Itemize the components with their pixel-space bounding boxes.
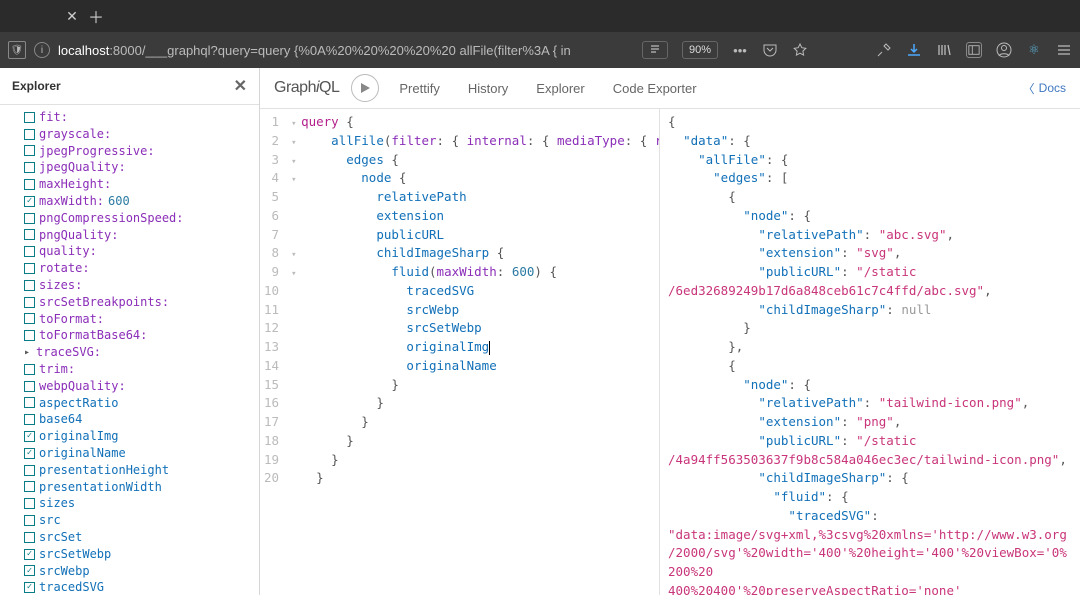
explorer-item-rotate[interactable]: rotate (22, 260, 259, 277)
explorer-item-presentationWidth[interactable]: presentationWidth (22, 479, 259, 496)
explorer-item-maxHeight[interactable]: maxHeight (22, 176, 259, 193)
explorer-item-sizes[interactable]: sizes (22, 277, 259, 294)
close-tab-icon[interactable]: ✕ (60, 0, 84, 32)
library-icon[interactable] (936, 42, 952, 58)
explorer-item-originalImg[interactable]: ✓originalImg (22, 428, 259, 445)
explorer-item-fit[interactable]: fit (22, 109, 259, 126)
docs-button[interactable]: 〈Docs (1023, 80, 1066, 97)
explorer-item-traceSVG[interactable]: ▸traceSVG (22, 344, 259, 361)
explorer-item-jpegProgressive[interactable]: jpegProgressive (22, 143, 259, 160)
sidebar-toggle-icon[interactable] (966, 42, 982, 58)
explorer-body: fitgrayscalejpegProgressivejpegQualityma… (0, 105, 259, 595)
explorer-item-originalName[interactable]: ✓originalName (22, 445, 259, 462)
explorer-item-pngCompressionSpeed[interactable]: pngCompressionSpeed (22, 210, 259, 227)
history-button[interactable]: History (460, 77, 516, 100)
account-icon[interactable] (996, 42, 1012, 58)
execute-button[interactable] (351, 74, 379, 102)
prettify-button[interactable]: Prettify (391, 77, 447, 100)
graphiql-toolbar: GraphiQL Prettify History Explorer Code … (260, 68, 1080, 109)
explorer-item-sizes[interactable]: sizes (22, 495, 259, 512)
react-devtools-icon[interactable]: ⚛ (1026, 42, 1042, 58)
explorer-item-toFormatBase64[interactable]: toFormatBase64 (22, 327, 259, 344)
site-info-icon[interactable]: i (34, 42, 50, 58)
bookmark-star-icon[interactable] (792, 42, 808, 58)
tracking-shield-icon[interactable]: 🛡 (8, 41, 26, 59)
explorer-item-srcSet[interactable]: srcSet (22, 529, 259, 546)
zoom-badge[interactable]: 90% (682, 41, 718, 59)
graphiql-panel: GraphiQL Prettify History Explorer Code … (260, 68, 1080, 595)
page-actions-icon[interactable]: ••• (732, 42, 748, 58)
code-exporter-button[interactable]: Code Exporter (605, 77, 705, 100)
pocket-icon[interactable] (762, 42, 778, 58)
download-icon[interactable] (906, 42, 922, 58)
explorer-item-srcSetWebp[interactable]: ✓srcSetWebp (22, 546, 259, 563)
query-editor[interactable]: 1234567891011121314151617181920 ▾query {… (260, 109, 660, 595)
explorer-item-jpegQuality[interactable]: jpegQuality (22, 159, 259, 176)
url-port: :8000 (109, 43, 142, 58)
explorer-item-maxWidth[interactable]: ✓maxWidth600 (22, 193, 259, 210)
url-text[interactable]: localhost:8000/___graphql?query=query {%… (58, 43, 630, 58)
new-tab-icon[interactable]: ＋ (84, 0, 108, 32)
explorer-item-base64[interactable]: base64 (22, 411, 259, 428)
explorer-item-srcWebp[interactable]: ✓srcWebp (22, 563, 259, 580)
explorer-item-toFormat[interactable]: toFormat (22, 311, 259, 328)
explorer-item-presentationHeight[interactable]: presentationHeight (22, 462, 259, 479)
graphiql-logo: GraphiQL (274, 79, 339, 97)
explorer-item-tracedSVG[interactable]: ✓tracedSVG (22, 579, 259, 595)
url-bar: 🛡 i localhost:8000/___graphql?query=quer… (0, 32, 1080, 68)
explorer-item-quality[interactable]: quality (22, 243, 259, 260)
explorer-item-aspectRatio[interactable]: aspectRatio (22, 395, 259, 412)
explorer-item-grayscale[interactable]: grayscale (22, 126, 259, 143)
explorer-item-src[interactable]: src (22, 512, 259, 529)
menu-icon[interactable] (1056, 42, 1072, 58)
explorer-title: Explorer (12, 79, 61, 93)
explorer-header: Explorer ✕ (0, 68, 259, 105)
explorer-panel: Explorer ✕ fitgrayscalejpegProgressivejp… (0, 68, 260, 595)
devtools-icon[interactable] (876, 42, 892, 58)
explorer-button[interactable]: Explorer (528, 77, 592, 100)
url-host: localhost (58, 43, 109, 58)
close-icon[interactable]: ✕ (234, 76, 247, 96)
explorer-item-srcSetBreakpoints[interactable]: srcSetBreakpoints (22, 294, 259, 311)
explorer-item-trim[interactable]: trim (22, 361, 259, 378)
explorer-item-pngQuality[interactable]: pngQuality (22, 227, 259, 244)
reader-badge[interactable] (642, 41, 668, 59)
url-path: /___graphql?query=query {%0A%20%20%20%20… (142, 43, 571, 58)
tab-strip: ✕ ＋ (0, 0, 1080, 32)
explorer-item-webpQuality[interactable]: webpQuality (22, 378, 259, 395)
result-viewer[interactable]: { "data": { "allFile": { "edges": [ { "n… (660, 109, 1080, 595)
active-tab[interactable] (0, 0, 60, 32)
